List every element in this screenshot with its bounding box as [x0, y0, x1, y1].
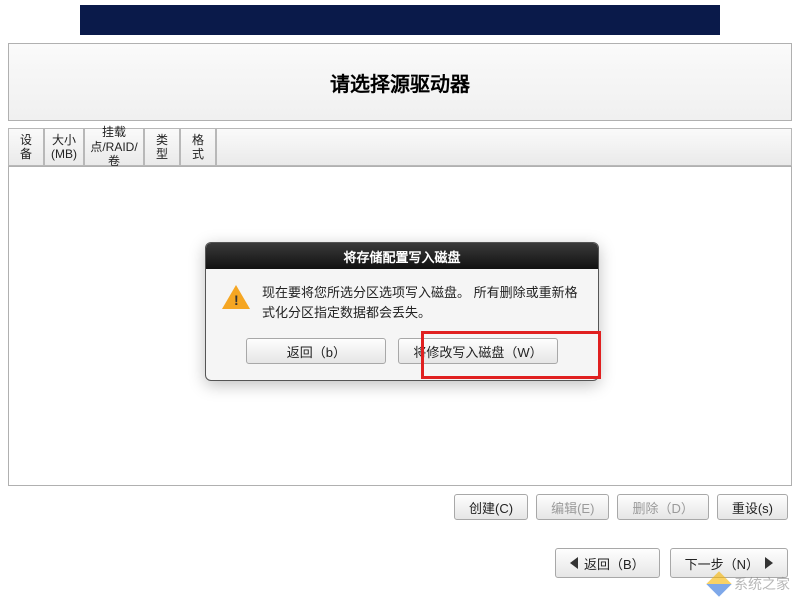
- arrow-right-icon: [765, 557, 773, 569]
- col-blank: [216, 128, 792, 166]
- col-mount[interactable]: 挂载点/RAID/卷: [84, 128, 144, 166]
- col-size[interactable]: 大小(MB): [44, 128, 84, 166]
- back-label: 返回（B）: [584, 554, 645, 573]
- edit-button: 编辑(E): [536, 494, 609, 520]
- header-panel: 请选择源驱动器: [8, 43, 792, 121]
- dialog-back-button[interactable]: 返回（b）: [246, 338, 386, 364]
- dialog-body: ! 现在要将您所选分区选项写入磁盘。 所有删除或重新格式化分区指定数据都会丢失。: [206, 269, 598, 330]
- dialog-write-button[interactable]: 将修改写入磁盘（W）: [398, 338, 557, 364]
- confirm-write-dialog: 将存储配置写入磁盘 ! 现在要将您所选分区选项写入磁盘。 所有删除或重新格式化分…: [205, 242, 599, 381]
- arrow-left-icon: [570, 557, 578, 569]
- col-device[interactable]: 设备: [8, 128, 44, 166]
- warning-icon: !: [222, 283, 250, 311]
- top-banner: [80, 5, 720, 35]
- dialog-message: 现在要将您所选分区选项写入磁盘。 所有删除或重新格式化分区指定数据都会丢失。: [262, 283, 582, 322]
- reset-button[interactable]: 重设(s): [717, 494, 788, 520]
- next-label: 下一步（N）: [685, 554, 759, 573]
- back-button[interactable]: 返回（B）: [555, 548, 660, 578]
- page-title: 请选择源驱动器: [330, 68, 470, 97]
- create-button[interactable]: 创建(C): [454, 494, 528, 520]
- col-type[interactable]: 类型: [144, 128, 180, 166]
- table-header: 设备 大小(MB) 挂载点/RAID/卷 类型 格式: [8, 128, 792, 166]
- dialog-buttons: 返回（b） 将修改写入磁盘（W）: [206, 330, 598, 380]
- delete-button: 删除（D）: [617, 494, 708, 520]
- next-button[interactable]: 下一步（N）: [670, 548, 788, 578]
- footer-nav: 返回（B） 下一步（N）: [8, 548, 792, 584]
- col-format[interactable]: 格式: [180, 128, 216, 166]
- dialog-title: 将存储配置写入磁盘: [206, 243, 598, 269]
- partition-toolbar: 创建(C) 编辑(E) 删除（D） 重设(s): [8, 494, 792, 526]
